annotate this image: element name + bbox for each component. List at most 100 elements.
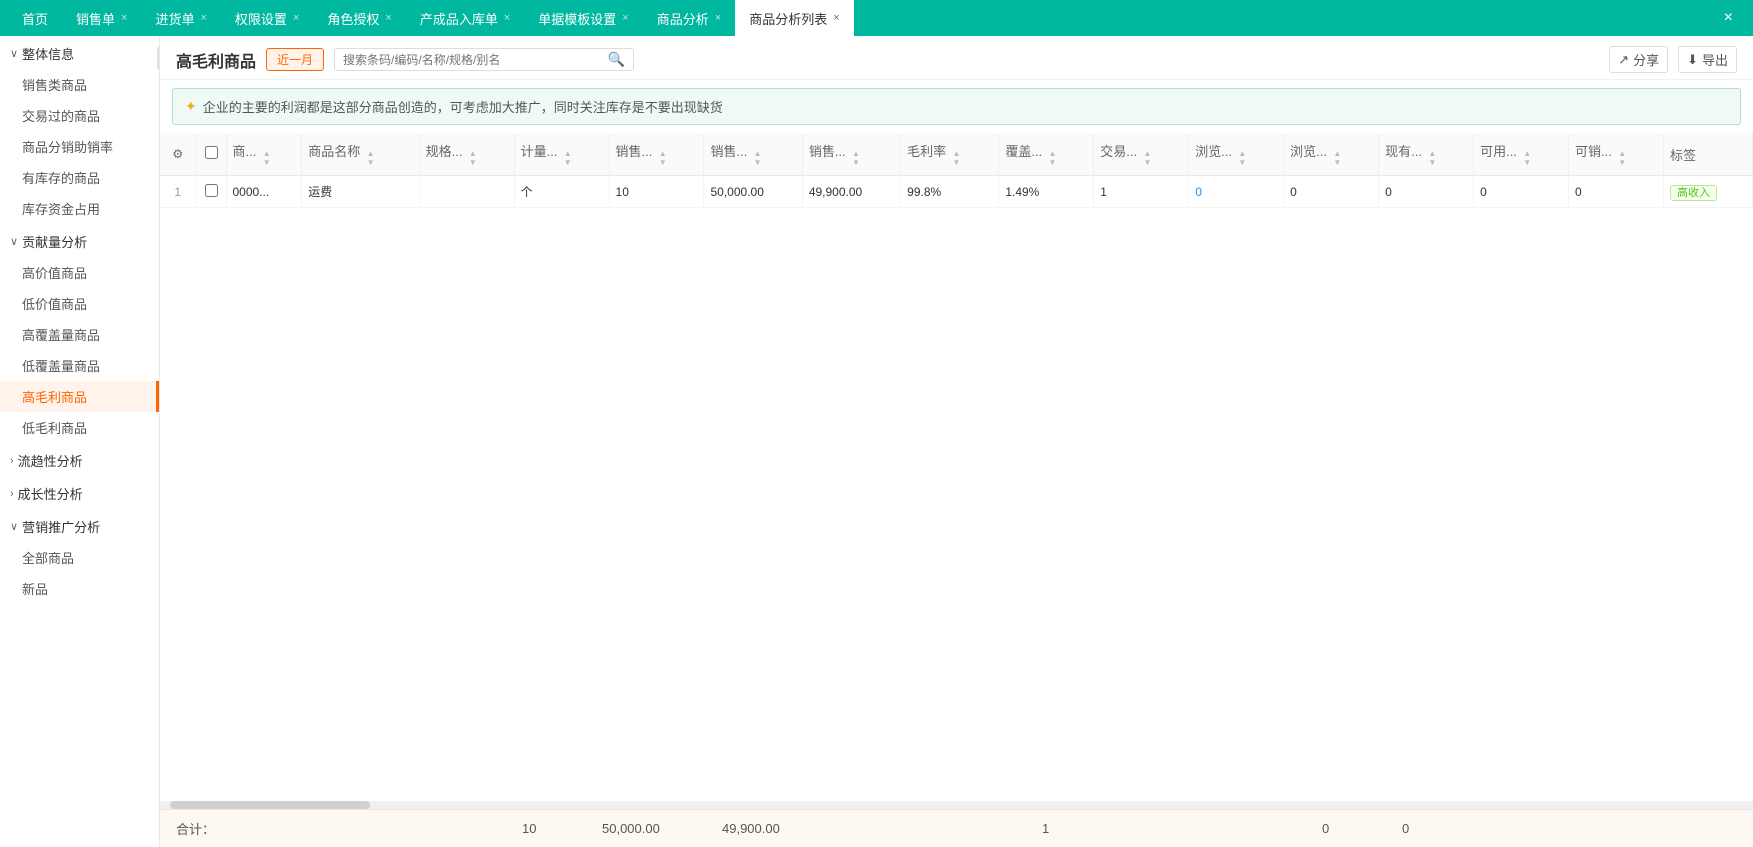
tag-badge: 高收入 (1670, 185, 1717, 201)
row-transaction: 1 (1094, 176, 1189, 208)
sidebar-item-traded-goods[interactable]: 交易过的商品 (0, 100, 159, 131)
row-view2: 0 (1284, 176, 1379, 208)
th-view1[interactable]: 浏览... ▲▼ (1189, 133, 1284, 176)
close-purchase-tab[interactable]: × (200, 12, 206, 24)
th-coverage[interactable]: 覆盖... ▲▼ (999, 133, 1094, 176)
arrow-icon-5: ∨ (10, 520, 18, 533)
sidebar-group-growth[interactable]: › 成长性分析 (0, 476, 159, 509)
sidebar-item-low-value[interactable]: 低价值商品 (0, 288, 159, 319)
close-template-tab[interactable]: × (622, 12, 628, 24)
nav-inbound[interactable]: 产成品入库单 × (406, 0, 524, 36)
search-input[interactable] (343, 53, 608, 67)
close-role-tab[interactable]: × (385, 12, 391, 24)
th-checkbox[interactable] (196, 133, 226, 176)
th-current-stock[interactable]: 现有... ▲▼ (1379, 133, 1474, 176)
sidebar-item-high-value[interactable]: 高价值商品 (0, 257, 159, 288)
filter-date-button[interactable]: 近一月 (266, 48, 324, 71)
info-banner: ✦ 企业的主要的利润都是这部分商品创造的，可考虑加大推广，同时关注库存是不要出现… (172, 88, 1741, 125)
nav-home[interactable]: 首页 (8, 0, 62, 36)
th-gross-margin[interactable]: 毛利率 ▲▼ (901, 133, 999, 176)
horizontal-scrollbar[interactable] (160, 801, 1753, 809)
sidebar-collapse-button[interactable]: 《 (157, 46, 160, 70)
data-table: ⚙ 商... ▲▼ 商品名称 ▲▼ 规格... ▲▼ (160, 133, 1753, 208)
scrollbar-thumb[interactable] (170, 801, 370, 809)
th-spec[interactable]: 规格... ▲▼ (419, 133, 514, 176)
arrow-icon-2: ∨ (10, 235, 18, 248)
close-inbound-tab[interactable]: × (504, 12, 510, 24)
nav-goods-analysis[interactable]: 商品分析 × (643, 0, 735, 36)
sidebar-section-marketing: ∨ 营销推广分析 全部商品 新品 (0, 509, 159, 604)
row-tag: 高收入 (1663, 176, 1752, 208)
th-settings[interactable]: ⚙ (160, 133, 196, 176)
nav-template[interactable]: 单据模板设置 × (524, 0, 642, 36)
table-container[interactable]: ⚙ 商... ▲▼ 商品名称 ▲▼ 规格... ▲▼ (160, 133, 1753, 847)
footer-summary: 合计： 10 50,000.00 49,900.00 1 0 0 (160, 809, 1753, 847)
sidebar-group-contribution[interactable]: ∨ 贡献量分析 (0, 224, 159, 257)
header-actions: ↗ 分享 ⬇ 导出 (1609, 46, 1737, 73)
sidebar-item-capital-usage[interactable]: 库存资金占用 (0, 193, 159, 224)
sidebar-item-distribution-rate[interactable]: 商品分销助销率 (0, 131, 159, 162)
row-available: 0 (1474, 176, 1569, 208)
sidebar-group-overview[interactable]: ∨ 整体信息 (0, 36, 159, 69)
nav-permission[interactable]: 权限设置 × (221, 0, 313, 36)
th-sellable[interactable]: 可销... ▲▼ (1569, 133, 1664, 176)
th-code[interactable]: 商... ▲▼ (226, 133, 302, 176)
footer-transaction: 1 (1036, 821, 1116, 836)
row-gross-margin: 99.8% (901, 176, 999, 208)
share-icon: ↗ (1618, 52, 1629, 68)
sidebar-item-high-margin[interactable]: 高毛利商品 (0, 381, 159, 412)
table-row: 1 0000... 运费 个 10 50,000.00 49,900.00 99… (160, 176, 1753, 208)
th-name[interactable]: 商品名称 ▲▼ (302, 133, 419, 176)
close-sales-tab[interactable]: × (121, 12, 127, 24)
sidebar-item-new-goods[interactable]: 新品 (0, 573, 159, 604)
sidebar-item-in-stock[interactable]: 有库存的商品 (0, 162, 159, 193)
row-coverage: 1.49% (999, 176, 1094, 208)
th-unit[interactable]: 计量... ▲▼ (514, 133, 609, 176)
sidebar-item-low-coverage[interactable]: 低覆盖量商品 (0, 350, 159, 381)
row-sale-count: 10 (609, 176, 704, 208)
sidebar-item-high-coverage[interactable]: 高覆盖量商品 (0, 319, 159, 350)
sidebar-section-trend: › 流趋性分析 (0, 443, 159, 476)
footer-values: 合计： 10 50,000.00 49,900.00 1 0 0 (176, 819, 1737, 838)
footer-sale-count: 10 (516, 821, 596, 836)
select-all-checkbox[interactable] (205, 146, 218, 159)
window-close-button[interactable]: × (1712, 9, 1745, 27)
footer-current-stock: 0 (1316, 821, 1396, 836)
th-available[interactable]: 可用... ▲▼ (1474, 133, 1569, 176)
info-icon: ✦ (185, 98, 197, 115)
row-checkbox-cell[interactable] (196, 176, 226, 208)
nav-goods-analysis-list[interactable]: 商品分析列表 × (735, 0, 853, 36)
row-checkbox[interactable] (205, 184, 218, 197)
sidebar-group-trend[interactable]: › 流趋性分析 (0, 443, 159, 476)
footer-available: 0 (1396, 821, 1476, 836)
row-view1[interactable]: 0 (1189, 176, 1284, 208)
th-tag[interactable]: 标签 (1663, 133, 1752, 176)
sidebar-section-growth: › 成长性分析 (0, 476, 159, 509)
sidebar-item-sales-goods[interactable]: 销售类商品 (0, 69, 159, 100)
nav-role[interactable]: 角色授权 × (313, 0, 405, 36)
arrow-icon: ∨ (10, 47, 18, 60)
close-goods-analysis-tab[interactable]: × (715, 12, 721, 24)
row-spec (419, 176, 514, 208)
th-sale-amount[interactable]: 销售... ▲▼ (704, 133, 802, 176)
sidebar-item-low-margin[interactable]: 低毛利商品 (0, 412, 159, 443)
export-button[interactable]: ⬇ 导出 (1678, 46, 1737, 73)
close-permission-tab[interactable]: × (293, 12, 299, 24)
export-icon: ⬇ (1687, 52, 1698, 68)
sidebar-group-marketing[interactable]: ∨ 营销推广分析 (0, 509, 159, 542)
nav-purchase[interactable]: 进货单 × (141, 0, 220, 36)
share-button[interactable]: ↗ 分享 (1609, 46, 1668, 73)
row-sale-profit: 49,900.00 (802, 176, 900, 208)
th-sale-profit[interactable]: 销售... ▲▼ (802, 133, 900, 176)
th-sale-count[interactable]: 销售... ▲▼ (609, 133, 704, 176)
nav-sales[interactable]: 销售单 × (62, 0, 141, 36)
sidebar-section-overview: ∨ 整体信息 销售类商品 交易过的商品 商品分销助销率 有库存的商品 库存资金占… (0, 36, 159, 224)
row-code: 0000... (226, 176, 302, 208)
row-current-stock: 0 (1379, 176, 1474, 208)
th-transaction[interactable]: 交易... ▲▼ (1094, 133, 1189, 176)
search-icon[interactable]: 🔍 (608, 51, 625, 68)
sidebar-item-all-goods[interactable]: 全部商品 (0, 542, 159, 573)
th-view2[interactable]: 浏览... ▲▼ (1284, 133, 1379, 176)
close-goods-list-tab[interactable]: × (833, 12, 839, 24)
content-header: 高毛利商品 近一月 🔍 ↗ 分享 ⬇ 导出 (160, 36, 1753, 80)
